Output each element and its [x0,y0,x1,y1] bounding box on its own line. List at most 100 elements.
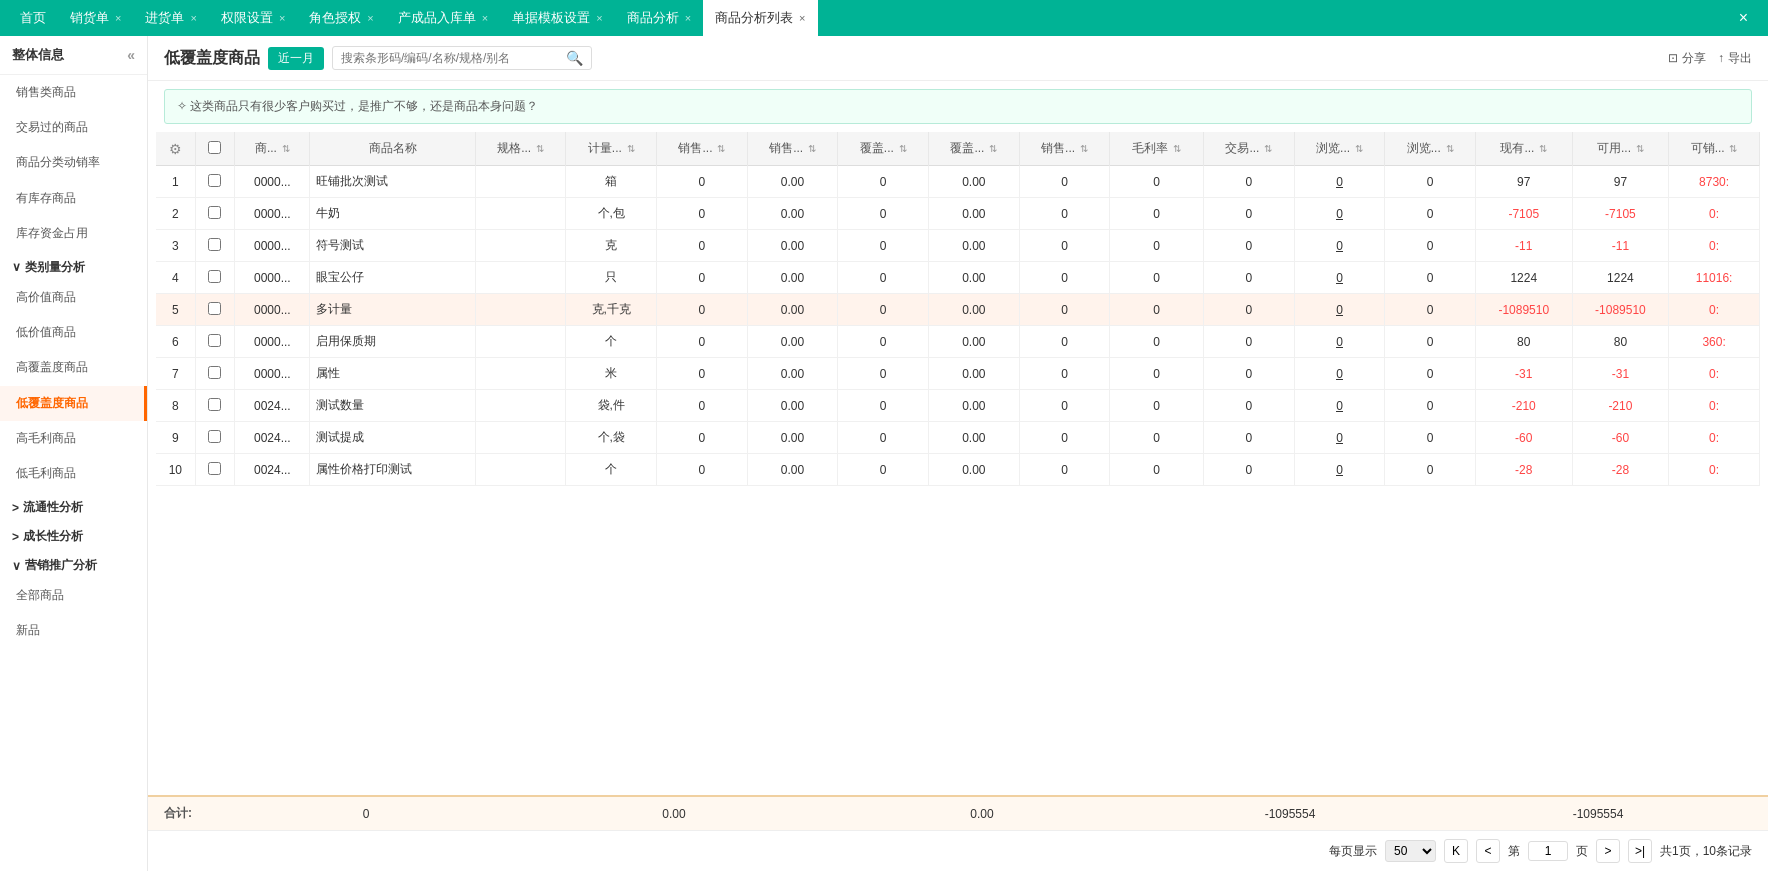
row-checkbox[interactable] [208,398,221,411]
row-checkbox[interactable] [208,302,221,315]
browse-link[interactable]: 0 [1336,271,1343,285]
nav-close-icon[interactable]: × [596,12,602,24]
col-header-current[interactable]: 现有... ⇅ [1475,132,1572,166]
nav-item-单据模板设置[interactable]: 单据模板设置× [500,0,614,36]
cell-checkbox[interactable] [195,166,234,198]
sort-icon-browse2[interactable]: ⇅ [1443,143,1454,154]
sort-icon-sales1[interactable]: ⇅ [715,143,726,154]
nav-item-销货单[interactable]: 销货单× [58,0,133,36]
col-header-available[interactable]: 可用... ⇅ [1572,132,1669,166]
col-header-sales1[interactable]: 销售... ⇅ [657,132,748,166]
col-header-name[interactable]: 商品名称 [310,132,475,166]
sidebar-section-成长性分析[interactable]: >成长性分析 [0,520,147,549]
sidebar-item-高毛利商品[interactable]: 高毛利商品 [0,421,147,456]
col-header-unit[interactable]: 计量... ⇅ [566,132,657,166]
col-header-settings[interactable]: ⚙ [156,132,195,166]
table-wrapper[interactable]: ⚙商... ⇅商品名称规格... ⇅计量... ⇅销售... ⇅销售... ⇅覆… [156,132,1760,795]
first-page-button[interactable]: K [1444,839,1468,863]
window-close-button[interactable]: × [1727,9,1760,27]
col-header-sales2[interactable]: 销售... ⇅ [747,132,838,166]
row-checkbox[interactable] [208,174,221,187]
search-icon[interactable]: 🔍 [566,50,583,66]
col-header-grossRate[interactable]: 毛利率 ⇅ [1110,132,1204,166]
row-checkbox[interactable] [208,462,221,475]
nav-close-icon[interactable]: × [685,12,691,24]
sidebar-item-全部商品[interactable]: 全部商品 [0,578,147,613]
browse-link[interactable]: 0 [1336,175,1343,189]
sidebar-section-营销推广分析[interactable]: ∨营销推广分析 [0,549,147,578]
sidebar-item-高覆盖度商品[interactable]: 高覆盖度商品 [0,350,147,385]
sidebar-item-低价值商品[interactable]: 低价值商品 [0,315,147,350]
sidebar-item-商品分类动销率[interactable]: 商品分类动销率 [0,145,147,180]
nav-close-icon[interactable]: × [115,12,121,24]
sidebar-section-类别量分析[interactable]: ∨类别量分析 [0,251,147,280]
sidebar-item-低覆盖度商品[interactable]: 低覆盖度商品 [0,386,147,421]
sidebar-item-库存资金占用[interactable]: 库存资金占用 [0,216,147,251]
row-checkbox[interactable] [208,270,221,283]
sort-icon-trade[interactable]: ⇅ [1261,143,1272,154]
row-checkbox[interactable] [208,366,221,379]
sidebar-item-交易过的商品[interactable]: 交易过的商品 [0,110,147,145]
col-header-checkbox[interactable] [195,132,234,166]
col-header-trade[interactable]: 交易... ⇅ [1204,132,1295,166]
search-input[interactable] [341,51,562,65]
cell-checkbox[interactable] [195,454,234,486]
sort-icon-browse1[interactable]: ⇅ [1352,143,1363,154]
settings-icon[interactable]: ⚙ [169,141,182,157]
sort-icon-grossRate[interactable]: ⇅ [1170,143,1181,154]
sort-icon-current[interactable]: ⇅ [1536,143,1547,154]
share-button[interactable]: ⊡ 分享 [1668,50,1706,67]
sort-icon-available[interactable]: ⇅ [1633,143,1644,154]
nav-item-权限设置[interactable]: 权限设置× [209,0,297,36]
browse-link[interactable]: 0 [1336,303,1343,317]
col-header-cover1[interactable]: 覆盖... ⇅ [838,132,929,166]
sort-icon-code[interactable]: ⇅ [279,143,290,154]
cell-checkbox[interactable] [195,390,234,422]
sort-icon-saleable[interactable]: ⇅ [1727,143,1738,154]
browse-link[interactable]: 0 [1336,207,1343,221]
cell-checkbox[interactable] [195,262,234,294]
nav-item-产成品入库单[interactable]: 产成品入库单× [386,0,500,36]
next-page-button[interactable]: > [1596,839,1620,863]
nav-close-icon[interactable]: × [367,12,373,24]
nav-close-icon[interactable]: × [482,12,488,24]
nav-item-首页[interactable]: 首页 [8,0,58,36]
current-page-input[interactable] [1528,841,1568,861]
row-checkbox[interactable] [208,206,221,219]
nav-item-商品分析[interactable]: 商品分析× [615,0,703,36]
sidebar-item-销售类商品[interactable]: 销售类商品 [0,75,147,110]
last-page-button[interactable]: >| [1628,839,1652,863]
export-button[interactable]: ↑ 导出 [1718,50,1752,67]
nav-close-icon[interactable]: × [279,12,285,24]
select-all-checkbox[interactable] [208,141,221,154]
browse-link[interactable]: 0 [1336,399,1343,413]
sort-icon-cover2[interactable]: ⇅ [986,143,997,154]
browse-link[interactable]: 0 [1336,463,1343,477]
nav-close-icon[interactable]: × [190,12,196,24]
row-checkbox[interactable] [208,430,221,443]
sidebar-item-有库存商品[interactable]: 有库存商品 [0,181,147,216]
per-page-select[interactable]: 102050100 [1385,840,1436,862]
cell-checkbox[interactable] [195,358,234,390]
cell-checkbox[interactable] [195,326,234,358]
browse-link[interactable]: 0 [1336,367,1343,381]
nav-item-商品分析列表[interactable]: 商品分析列表× [703,0,817,36]
nav-item-角色授权[interactable]: 角色授权× [297,0,385,36]
browse-link[interactable]: 0 [1336,239,1343,253]
col-header-sales3[interactable]: 销售... ⇅ [1019,132,1110,166]
col-header-cover2[interactable]: 覆盖... ⇅ [929,132,1020,166]
prev-page-button[interactable]: < [1476,839,1500,863]
sidebar-section-流通性分析[interactable]: >流通性分析 [0,491,147,520]
col-header-spec[interactable]: 规格... ⇅ [475,132,566,166]
sidebar-item-高价值商品[interactable]: 高价值商品 [0,280,147,315]
browse-link[interactable]: 0 [1336,335,1343,349]
period-button[interactable]: 近一月 [268,47,324,70]
row-checkbox[interactable] [208,334,221,347]
sort-icon-spec[interactable]: ⇅ [533,143,544,154]
col-header-browse2[interactable]: 浏览... ⇅ [1385,132,1476,166]
row-checkbox[interactable] [208,238,221,251]
col-header-code[interactable]: 商... ⇅ [235,132,310,166]
cell-checkbox[interactable] [195,230,234,262]
cell-checkbox[interactable] [195,198,234,230]
cell-checkbox[interactable] [195,422,234,454]
